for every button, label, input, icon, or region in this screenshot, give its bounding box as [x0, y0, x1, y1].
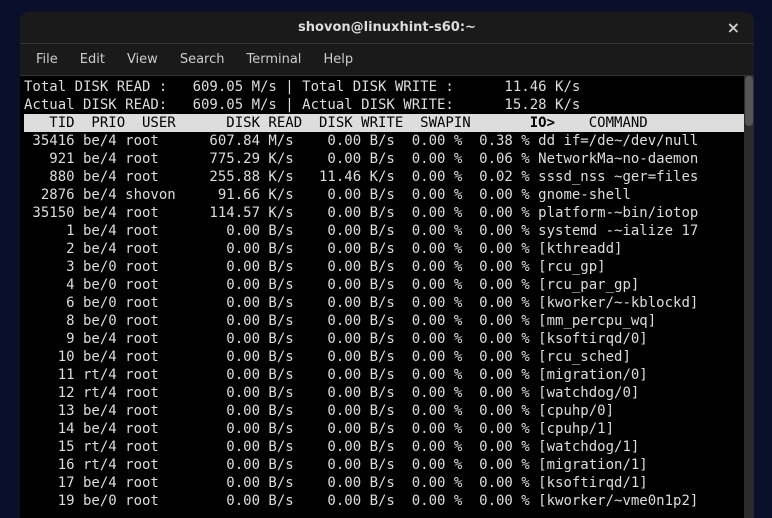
process-row: 14 be/4 root 0.00 B/s 0.00 B/s 0.00 % 0.…	[24, 420, 750, 438]
menubar: File Edit View Search Terminal Help	[20, 44, 754, 76]
process-row: 35416 be/4 root 607.84 M/s 0.00 B/s 0.00…	[24, 132, 750, 150]
process-row: 11 rt/4 root 0.00 B/s 0.00 B/s 0.00 % 0.…	[24, 366, 750, 384]
process-row: 4 be/0 root 0.00 B/s 0.00 B/s 0.00 % 0.0…	[24, 276, 750, 294]
process-row: 1 be/4 root 0.00 B/s 0.00 B/s 0.00 % 0.0…	[24, 222, 750, 240]
process-row: 15 rt/4 root 0.00 B/s 0.00 B/s 0.00 % 0.…	[24, 438, 750, 456]
window-title: shovon@linuxhint-s60:~	[298, 20, 476, 35]
menu-view[interactable]: View	[117, 48, 168, 71]
menu-help[interactable]: Help	[313, 48, 363, 71]
scrollbar-thumb[interactable]	[745, 76, 753, 126]
process-row: 35150 be/4 root 114.57 K/s 0.00 B/s 0.00…	[24, 204, 750, 222]
menu-terminal[interactable]: Terminal	[236, 48, 311, 71]
process-row: 10 be/4 root 0.00 B/s 0.00 B/s 0.00 % 0.…	[24, 348, 750, 366]
menu-file[interactable]: File	[26, 48, 68, 71]
process-row: 9 be/4 root 0.00 B/s 0.00 B/s 0.00 % 0.0…	[24, 330, 750, 348]
scrollbar[interactable]	[744, 76, 754, 518]
process-row: 12 rt/4 root 0.00 B/s 0.00 B/s 0.00 % 0.…	[24, 384, 750, 402]
summary-line-1: Total DISK READ : 609.05 M/s | Total DIS…	[24, 78, 750, 96]
menu-search[interactable]: Search	[170, 48, 235, 71]
summary-line-2: Actual DISK READ: 609.05 M/s | Actual DI…	[24, 96, 750, 114]
process-row: 13 be/4 root 0.00 B/s 0.00 B/s 0.00 % 0.…	[24, 402, 750, 420]
process-row: 6 be/0 root 0.00 B/s 0.00 B/s 0.00 % 0.0…	[24, 294, 750, 312]
terminal-window: shovon@linuxhint-s60:~ × File Edit View …	[20, 12, 754, 518]
process-row: 19 be/0 root 0.00 B/s 0.00 B/s 0.00 % 0.…	[24, 492, 750, 510]
titlebar[interactable]: shovon@linuxhint-s60:~ ×	[20, 12, 754, 44]
process-row: 2876 be/4 shovon 91.66 K/s 0.00 B/s 0.00…	[24, 186, 750, 204]
process-row: 2 be/4 root 0.00 B/s 0.00 B/s 0.00 % 0.0…	[24, 240, 750, 258]
close-icon[interactable]: ×	[721, 18, 746, 38]
process-row: 8 be/0 root 0.00 B/s 0.00 B/s 0.00 % 0.0…	[24, 312, 750, 330]
process-row: 16 rt/4 root 0.00 B/s 0.00 B/s 0.00 % 0.…	[24, 456, 750, 474]
process-row: 3 be/0 root 0.00 B/s 0.00 B/s 0.00 % 0.0…	[24, 258, 750, 276]
column-header[interactable]: TID PRIO USER DISK READ DISK WRITE SWAPI…	[24, 114, 750, 132]
terminal-output[interactable]: Total DISK READ : 609.05 M/s | Total DIS…	[20, 76, 754, 518]
menu-edit[interactable]: Edit	[70, 48, 115, 71]
process-row: 17 be/4 root 0.00 B/s 0.00 B/s 0.00 % 0.…	[24, 474, 750, 492]
process-row: 921 be/4 root 775.29 K/s 0.00 B/s 0.00 %…	[24, 150, 750, 168]
process-row: 880 be/4 root 255.88 K/s 11.46 K/s 0.00 …	[24, 168, 750, 186]
